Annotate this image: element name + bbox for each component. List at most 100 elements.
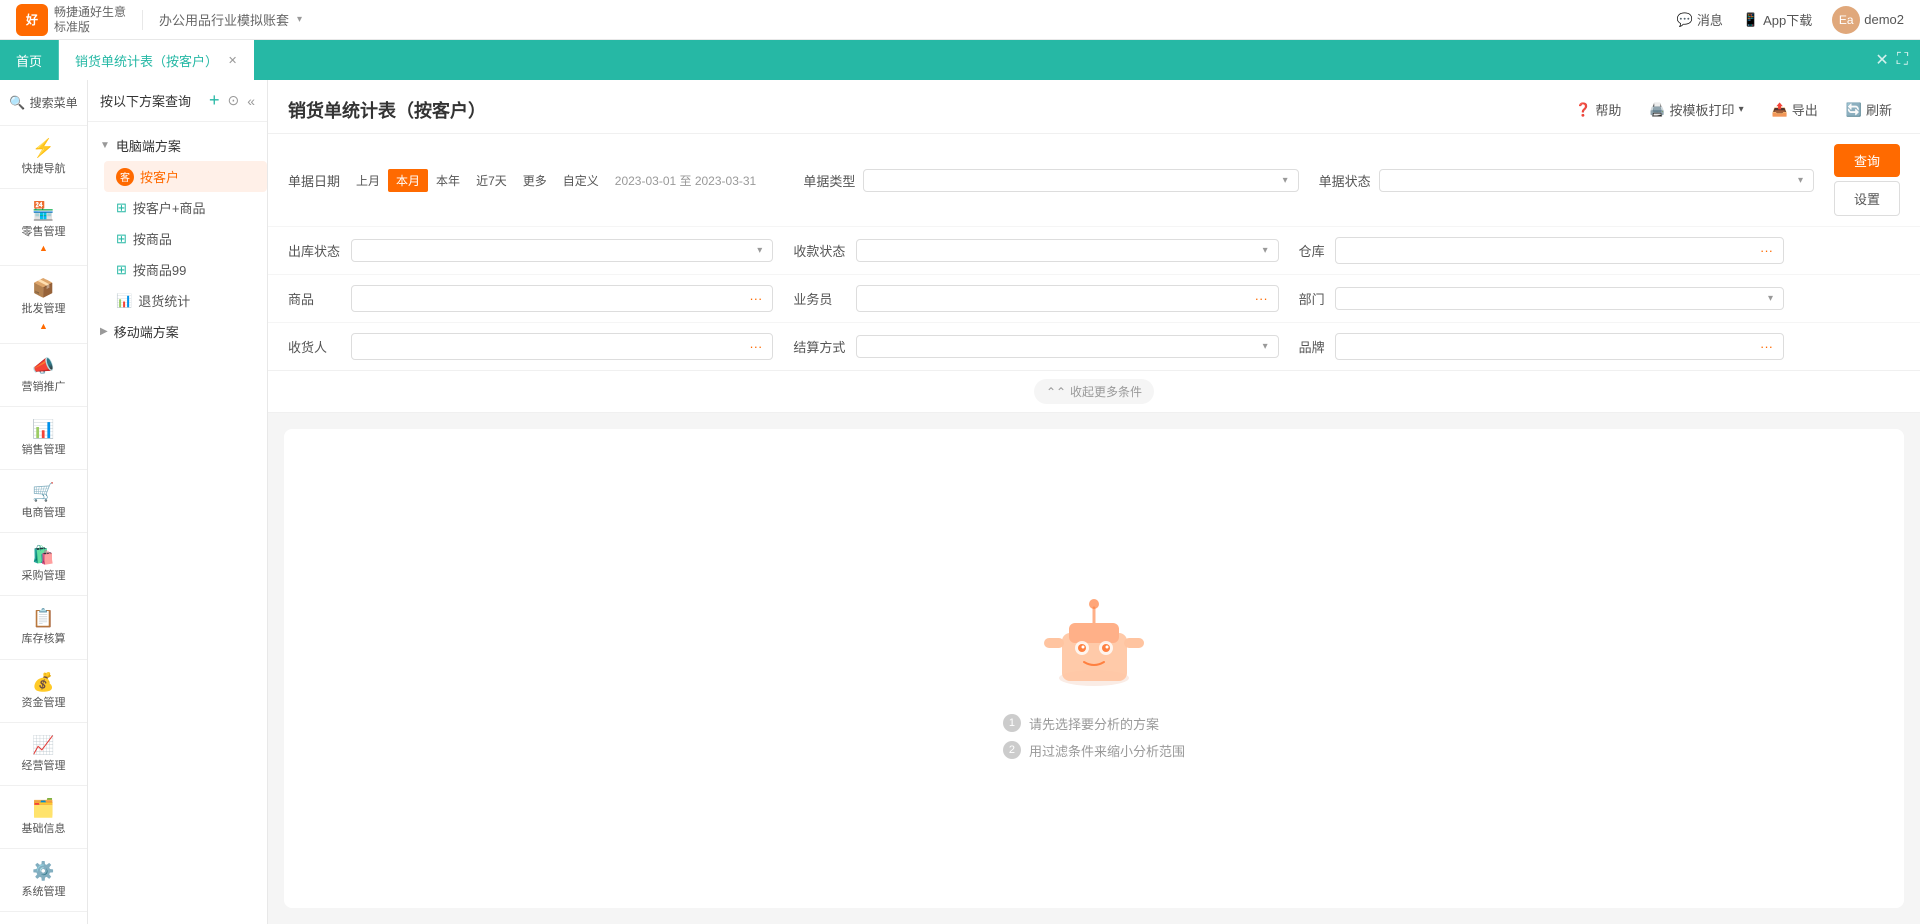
- panel-tree: ▼ 电脑端方案 客 按客户 ⊞ 按客户+商品: [88, 122, 267, 355]
- tree-group-mobile-header[interactable]: ▶ 移动端方案: [88, 316, 267, 347]
- sidebar-item-purchase[interactable]: 🛍️ 采购管理: [0, 533, 87, 596]
- tree-item-by-customer-goods[interactable]: ⊞ 按客户+商品: [104, 192, 267, 223]
- sidebar-search[interactable]: 🔍 搜索菜单: [0, 80, 87, 126]
- print-btn[interactable]: 🖨️ 按模板打印 ▾: [1641, 96, 1751, 123]
- order-status-select[interactable]: ▾: [1379, 169, 1814, 192]
- sidebar-item-basic[interactable]: 🗂️ 基础信息: [0, 786, 87, 849]
- receiver-cell: 收货人 ···: [288, 333, 773, 360]
- date-this-year-btn[interactable]: 本年: [428, 169, 468, 192]
- by-goods99-label: 按商品99: [133, 260, 186, 279]
- salesperson-select[interactable]: ···: [856, 285, 1278, 312]
- app-title-arrow[interactable]: ▾: [297, 14, 302, 25]
- return-stat-icon: 📊: [116, 293, 132, 309]
- app-download-btn[interactable]: 📱 App下载: [1743, 10, 1812, 29]
- message-icon: 💬: [1677, 12, 1693, 28]
- date-last-month-btn[interactable]: 上月: [348, 169, 388, 192]
- tab-home[interactable]: 首页: [0, 40, 59, 80]
- sales-stat-tab-label: 销货单统计表（按客户）: [75, 51, 218, 70]
- panel-collapse-btn[interactable]: «: [247, 93, 255, 109]
- help-btn[interactable]: ❓ 帮助: [1567, 96, 1629, 123]
- panel-add-btn[interactable]: +: [209, 90, 220, 111]
- date-this-month-btn[interactable]: 本月: [388, 169, 428, 192]
- dept-label: 部门: [1299, 289, 1327, 308]
- by-customer-icon: 客: [116, 168, 134, 186]
- date-last7-btn[interactable]: 近7天: [468, 169, 515, 192]
- return-stat-label: 退货统计: [138, 291, 190, 310]
- receiver-select[interactable]: ···: [351, 333, 773, 360]
- goods-ellipsis: ···: [749, 291, 762, 306]
- brand-select[interactable]: ···: [1335, 333, 1784, 360]
- print-icon: 🖨️: [1649, 102, 1665, 118]
- finance-icon: 💰: [32, 672, 54, 693]
- refresh-label: 刷新: [1866, 100, 1892, 119]
- by-customer-goods-icon: ⊞: [116, 200, 127, 216]
- sidebar: 🔍 搜索菜单 ⚡ 快捷导航 🏪 零售管理 ▲ 📦 批发管理 ▲ 📣 营销推广: [0, 80, 88, 924]
- sidebar-item-finance[interactable]: 💰 资金管理: [0, 660, 87, 723]
- sidebar-item-retail[interactable]: 🏪 零售管理 ▲: [0, 189, 87, 266]
- date-bar: 上月 本月 本年 近7天 更多 自定义: [348, 169, 607, 192]
- collapse-up-icon: ⌃⌃: [1046, 385, 1066, 399]
- empty-hint-2: 2 用过滤条件来缩小分析范围: [1003, 741, 1185, 760]
- filter-row4: 收货人 ··· 结算方式 ▾ 品牌: [268, 323, 1920, 371]
- out-status-select[interactable]: ▾: [351, 239, 773, 262]
- search-btn[interactable]: 查询: [1834, 144, 1900, 177]
- tab-sales-stat[interactable]: 销货单统计表（按客户） ✕: [59, 40, 254, 80]
- quick-nav-label: 快捷导航: [22, 163, 66, 176]
- export-btn[interactable]: 📤 导出: [1764, 96, 1826, 123]
- content-header-actions: ❓ 帮助 🖨️ 按模板打印 ▾ 📤 导出 🔄 刷新: [1567, 96, 1900, 123]
- refresh-btn[interactable]: 🔄 刷新: [1838, 96, 1900, 123]
- sidebar-item-operation[interactable]: 📈 经营管理: [0, 723, 87, 786]
- sidebar-item-marketing[interactable]: 📣 营销推广: [0, 344, 87, 407]
- sidebar-item-inventory[interactable]: 📋 库存核算: [0, 596, 87, 659]
- brand-ellipsis: ···: [1760, 339, 1773, 354]
- quick-nav-icon: ⚡: [32, 138, 54, 159]
- order-status-cell: 单据状态 ▾: [1319, 169, 1814, 192]
- tree-item-return-stat[interactable]: 📊 退货统计: [104, 285, 267, 316]
- panel-header: 按以下方案查询 + ⊙ «: [88, 80, 267, 122]
- settle-select[interactable]: ▾: [856, 335, 1278, 358]
- tree-item-by-goods99[interactable]: ⊞ 按商品99: [104, 254, 267, 285]
- avatar: Ea: [1832, 6, 1860, 34]
- out-status-label: 出库状态: [288, 241, 343, 260]
- logo-text: 畅捷通好生意标准版: [54, 5, 126, 34]
- sidebar-item-wholesale[interactable]: 📦 批发管理 ▲: [0, 266, 87, 343]
- message-btn[interactable]: 💬 消息: [1677, 10, 1723, 29]
- filter-row2: 出库状态 ▾ 收款状态 ▾ 仓库: [268, 227, 1920, 275]
- receipt-status-select[interactable]: ▾: [856, 239, 1278, 262]
- window-close-btn[interactable]: ✕: [1875, 50, 1888, 70]
- tree-item-by-goods[interactable]: ⊞ 按商品: [104, 223, 267, 254]
- date-more-btn[interactable]: 更多: [515, 169, 555, 192]
- settle-arrow: ▾: [1263, 341, 1268, 352]
- sidebar-item-sales[interactable]: 📊 销售管理: [0, 407, 87, 470]
- message-label: 消息: [1697, 10, 1723, 29]
- by-goods99-icon: ⊞: [116, 262, 127, 278]
- collapse-btn[interactable]: ⌃⌃ 收起更多条件: [1034, 379, 1154, 404]
- hint1-number: 1: [1003, 714, 1021, 732]
- close-tab-icon[interactable]: ✕: [228, 54, 237, 67]
- window-maximize-btn[interactable]: ⛶: [1897, 51, 1908, 69]
- warehouse-select[interactable]: ···: [1335, 237, 1784, 264]
- sidebar-quick-nav[interactable]: ⚡ 快捷导航: [0, 126, 87, 189]
- panel-header-label: 按以下方案查询: [100, 91, 191, 110]
- date-custom-btn[interactable]: 自定义: [555, 169, 607, 192]
- sidebar-item-ecommerce[interactable]: 🛒 电商管理: [0, 470, 87, 533]
- tree-arrow-down: ▼: [100, 140, 110, 151]
- phone-icon: 📱: [1743, 12, 1759, 28]
- panel-settings-btn[interactable]: ⊙: [227, 92, 239, 109]
- dept-select[interactable]: ▾: [1335, 287, 1784, 310]
- order-type-cell: 单据类型 ▾: [803, 169, 1298, 192]
- sidebar-item-system[interactable]: ⚙️ 系统管理: [0, 849, 87, 912]
- print-label: 按模板打印: [1670, 100, 1735, 119]
- sidebar-item-collab[interactable]: 🤝 企业协同: [0, 912, 87, 924]
- settings-btn[interactable]: 设置: [1834, 181, 1900, 216]
- tree-group-desktop-header[interactable]: ▼ 电脑端方案: [88, 130, 267, 161]
- order-type-select[interactable]: ▾: [863, 169, 1298, 192]
- hint2-number: 2: [1003, 741, 1021, 759]
- goods-select[interactable]: ···: [351, 285, 773, 312]
- goods-label: 商品: [288, 289, 343, 308]
- nav-tabs: 首页 销货单统计表（按客户） ✕ ✕ ⛶: [0, 40, 1920, 80]
- tree-item-by-customer[interactable]: 客 按客户: [104, 161, 267, 192]
- user-menu[interactable]: Ea demo2: [1832, 6, 1904, 34]
- app-title: 办公用品行业模拟账套: [159, 10, 289, 29]
- tree-group-mobile-label: 移动端方案: [114, 322, 179, 341]
